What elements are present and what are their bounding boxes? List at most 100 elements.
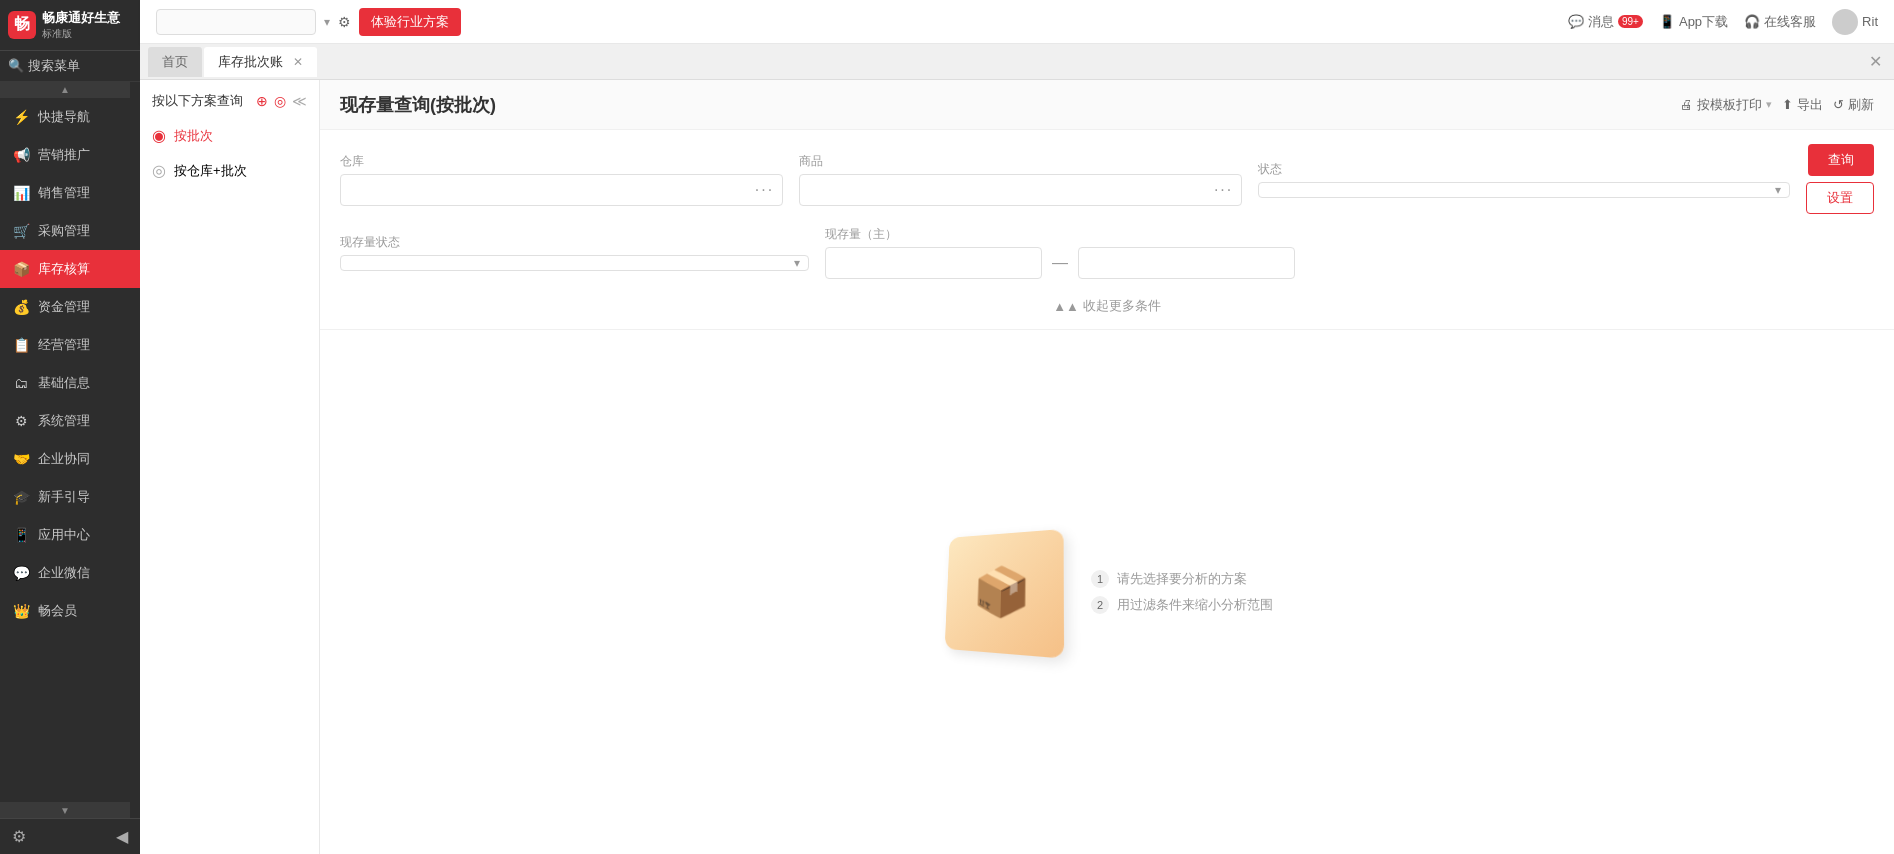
status-select[interactable]: ▾ <box>1258 182 1790 198</box>
sidebar-scroll-down[interactable]: ▼ <box>0 802 130 818</box>
collapse-sidebar-icon[interactable]: ◀ <box>116 827 128 846</box>
settings-icon[interactable]: ⚙ <box>12 827 26 846</box>
message-button[interactable]: 💬 消息 99+ <box>1568 13 1643 31</box>
stock-status-select[interactable]: ▾ <box>340 255 809 271</box>
export-button[interactable]: ⬆ 导出 <box>1782 96 1823 114</box>
left-panel-icons: ⊕ ◎ ≪ <box>256 93 307 109</box>
header-gear-icon[interactable]: ⚙ <box>338 14 351 30</box>
add-scheme-icon[interactable]: ⊕ <box>256 93 268 109</box>
scheme-by-batch[interactable]: ◉ 按批次 <box>140 118 319 153</box>
page-title-bar: 现存量查询(按批次) 🖨 按模板打印 ▾ ⬆ 导出 ↺ 刷新 <box>320 80 1894 130</box>
stock-qty-to[interactable] <box>1078 247 1295 279</box>
ops-icon: 📋 <box>12 337 30 353</box>
status-chevron-icon: ▾ <box>1775 183 1781 197</box>
left-panel-title: 按以下方案查询 <box>152 92 243 110</box>
warehouse-more-icon[interactable]: ··· <box>755 181 774 199</box>
stock-status-chevron-icon: ▾ <box>794 256 800 270</box>
empty-state: 📦 1 请先选择要分析的方案 2 用过滤条件来缩小分析范围 <box>320 330 1894 854</box>
empty-hint-2: 2 用过滤条件来缩小分析范围 <box>1091 596 1273 614</box>
sidebar-item-finance[interactable]: 💰 资金管理 <box>0 288 140 326</box>
tab-area-close-icon[interactable]: ✕ <box>1865 48 1886 75</box>
setting-button[interactable]: 设置 <box>1806 182 1874 214</box>
sidebar: 畅 畅康通好生意 标准版 🔍 搜索菜单 ▲ ⚡ 快捷导航 📢 营销推广 📊 销售… <box>0 0 140 854</box>
inventory-icon: 📦 <box>12 261 30 277</box>
username-label: Rit <box>1862 14 1878 29</box>
warehouse-input[interactable]: ··· <box>340 174 783 206</box>
member-icon: 👑 <box>12 603 30 619</box>
app-download-button[interactable]: 📱 App下载 <box>1659 13 1728 31</box>
tab-home[interactable]: 首页 <box>148 47 202 77</box>
product-input[interactable]: ··· <box>799 174 1242 206</box>
empty-hints: 1 请先选择要分析的方案 2 用过滤条件来缩小分析范围 <box>1091 570 1273 614</box>
sidebar-item-collab[interactable]: 🤝 企业协同 <box>0 440 140 478</box>
product-more-icon[interactable]: ··· <box>1214 181 1233 199</box>
empty-content: 📦 1 请先选择要分析的方案 2 用过滤条件来缩小分析范围 <box>941 532 1273 652</box>
tab-inventory-batch[interactable]: 库存批次账 ✕ <box>204 47 317 77</box>
header-search-input[interactable] <box>156 9 316 35</box>
stock-qty-label: 现存量（主） <box>825 226 1294 243</box>
user-avatar <box>1832 9 1858 35</box>
tab-close-icon[interactable]: ✕ <box>293 55 303 69</box>
query-button[interactable]: 查询 <box>1808 144 1874 176</box>
empty-illustration: 📦 <box>945 529 1064 659</box>
app-logo: 畅 <box>8 11 36 39</box>
sidebar-item-marketing[interactable]: 📢 营销推广 <box>0 136 140 174</box>
header-left: ▾ ⚙ 体验行业方案 <box>156 8 461 36</box>
scheme-by-warehouse-batch[interactable]: ◎ 按仓库+批次 <box>140 153 319 188</box>
sidebar-nav: ⚡ 快捷导航 📢 营销推广 📊 销售管理 🛒 采购管理 📦 库存核算 💰 资金管… <box>0 98 140 802</box>
header-chevron-icon[interactable]: ▾ <box>324 15 330 29</box>
purchase-icon: 🛒 <box>12 223 30 239</box>
top-header: ▾ ⚙ 体验行业方案 💬 消息 99+ 📱 App下载 🎧 在线客服 Rit <box>140 0 1894 44</box>
sidebar-item-member[interactable]: 👑 畅会员 <box>0 592 140 630</box>
sidebar-header: 畅 畅康通好生意 标准版 <box>0 0 140 51</box>
print-template-button[interactable]: 🖨 按模板打印 ▾ <box>1680 96 1772 114</box>
collapse-left-panel-icon[interactable]: ≪ <box>292 93 307 109</box>
stock-qty-from[interactable] <box>825 247 1042 279</box>
sidebar-footer: ⚙ ◀ <box>0 818 140 854</box>
product-field: 商品 ··· <box>799 153 1242 206</box>
newguide-icon: 🎓 <box>12 489 30 505</box>
experience-btn[interactable]: 体验行业方案 <box>359 8 461 36</box>
sidebar-item-system[interactable]: ⚙ 系统管理 <box>0 402 140 440</box>
refresh-button[interactable]: ↺ 刷新 <box>1833 96 1874 114</box>
sidebar-item-sales[interactable]: 📊 销售管理 <box>0 174 140 212</box>
print-chevron-icon[interactable]: ▾ <box>1766 98 1772 111</box>
status-label: 状态 <box>1258 161 1790 178</box>
sales-icon: 📊 <box>12 185 30 201</box>
message-badge: 99+ <box>1618 15 1643 28</box>
left-panel-header: 按以下方案查询 ⊕ ◎ ≪ <box>140 92 319 118</box>
page-actions: 🖨 按模板打印 ▾ ⬆ 导出 ↺ 刷新 <box>1680 96 1874 114</box>
sidebar-scroll-up[interactable]: ▲ <box>0 82 130 98</box>
sidebar-item-newguide[interactable]: 🎓 新手引导 <box>0 478 140 516</box>
page-title: 现存量查询(按批次) <box>340 93 496 117</box>
collapse-chevron-icon: ▲▲ <box>1053 299 1079 314</box>
tabs-bar: 首页 库存批次账 ✕ ✕ <box>140 44 1894 80</box>
sidebar-item-appstore[interactable]: 📱 应用中心 <box>0 516 140 554</box>
message-icon: 💬 <box>1568 14 1584 29</box>
settings-scheme-icon[interactable]: ◎ <box>274 93 286 109</box>
sidebar-item-inventory[interactable]: 📦 库存核算 <box>0 250 140 288</box>
user-button[interactable]: Rit <box>1832 9 1878 35</box>
qty-dash: — <box>1052 254 1068 272</box>
product-label: 商品 <box>799 153 1242 170</box>
left-panel: 按以下方案查询 ⊕ ◎ ≪ ◉ 按批次 ◎ 按仓库+批次 <box>140 80 320 854</box>
appstore-icon: 📱 <box>12 527 30 543</box>
filter-area: 仓库 ··· 商品 ··· <box>320 130 1894 330</box>
quick-nav-icon: ⚡ <box>12 109 30 125</box>
right-panel: 现存量查询(按批次) 🖨 按模板打印 ▾ ⬆ 导出 ↺ 刷新 <box>320 80 1894 854</box>
sidebar-item-basic[interactable]: 🗂 基础信息 <box>0 364 140 402</box>
sidebar-item-purchase[interactable]: 🛒 采购管理 <box>0 212 140 250</box>
sidebar-search[interactable]: 🔍 搜索菜单 <box>0 51 140 82</box>
stock-qty-row: — <box>825 247 1294 279</box>
action-buttons: 查询 设置 <box>1806 144 1874 214</box>
empty-hint-1: 1 请先选择要分析的方案 <box>1091 570 1273 588</box>
finance-icon: 💰 <box>12 299 30 315</box>
collab-icon: 🤝 <box>12 451 30 467</box>
online-service-button[interactable]: 🎧 在线客服 <box>1744 13 1816 31</box>
sidebar-item-quick-nav[interactable]: ⚡ 快捷导航 <box>0 98 140 136</box>
sidebar-item-wechat[interactable]: 💬 企业微信 <box>0 554 140 592</box>
sidebar-item-ops[interactable]: 📋 经营管理 <box>0 326 140 364</box>
search-icon: 🔍 <box>8 58 24 73</box>
collapse-more-button[interactable]: ▲▲ 收起更多条件 <box>340 291 1874 315</box>
print-icon: 🖨 <box>1680 97 1693 112</box>
